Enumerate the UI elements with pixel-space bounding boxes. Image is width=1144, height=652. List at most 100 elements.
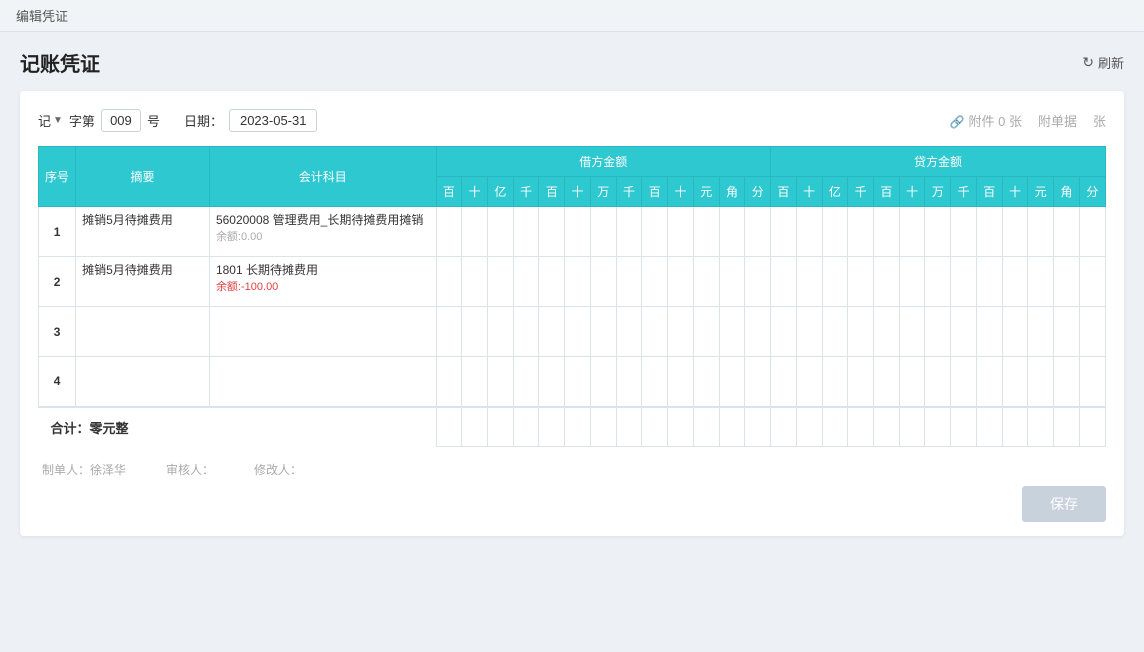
credit-digit-r2-c2[interactable] bbox=[822, 307, 848, 357]
credit-digit-r2-c11[interactable] bbox=[1054, 307, 1080, 357]
debit-digit-r0-c9[interactable] bbox=[668, 207, 694, 257]
debit-digit-r0-c4[interactable] bbox=[539, 207, 565, 257]
debit-digit-r1-c0[interactable] bbox=[436, 257, 462, 307]
debit-digit-r0-c0[interactable] bbox=[436, 207, 462, 257]
debit-digit-r2-c2[interactable] bbox=[487, 307, 513, 357]
debit-digit-r3-c9[interactable] bbox=[668, 357, 694, 407]
debit-digit-r3-c4[interactable] bbox=[539, 357, 565, 407]
credit-digit-r0-c5[interactable] bbox=[899, 207, 925, 257]
credit-digit-r1-c9[interactable] bbox=[1002, 257, 1028, 307]
date-value[interactable]: 2023-05-31 bbox=[229, 109, 318, 132]
row-abstract-2[interactable] bbox=[76, 307, 210, 357]
debit-digit-r2-c0[interactable] bbox=[436, 307, 462, 357]
debit-digit-r3-c5[interactable] bbox=[565, 357, 591, 407]
credit-digit-r3-c3[interactable] bbox=[848, 357, 874, 407]
debit-digit-r0-c10[interactable] bbox=[693, 207, 719, 257]
row-abstract-3[interactable] bbox=[76, 357, 210, 407]
credit-digit-r3-c8[interactable] bbox=[976, 357, 1002, 407]
credit-digit-r3-c5[interactable] bbox=[899, 357, 925, 407]
credit-digit-r2-c5[interactable] bbox=[899, 307, 925, 357]
credit-digit-r1-c5[interactable] bbox=[899, 257, 925, 307]
debit-digit-r1-c12[interactable] bbox=[745, 257, 771, 307]
debit-digit-r3-c12[interactable] bbox=[745, 357, 771, 407]
credit-digit-r1-c12[interactable] bbox=[1079, 257, 1105, 307]
credit-digit-r0-c10[interactable] bbox=[1028, 207, 1054, 257]
debit-digit-r1-c7[interactable] bbox=[616, 257, 642, 307]
credit-digit-r3-c4[interactable] bbox=[874, 357, 900, 407]
debit-digit-r2-c6[interactable] bbox=[590, 307, 616, 357]
row-account-3[interactable] bbox=[209, 357, 436, 407]
debit-digit-r2-c7[interactable] bbox=[616, 307, 642, 357]
credit-digit-r3-c1[interactable] bbox=[796, 357, 822, 407]
voucher-type-select[interactable]: 记 ▼ bbox=[38, 111, 63, 130]
credit-digit-r1-c0[interactable] bbox=[771, 257, 797, 307]
debit-digit-r1-c10[interactable] bbox=[693, 257, 719, 307]
debit-digit-r0-c7[interactable] bbox=[616, 207, 642, 257]
credit-digit-r2-c9[interactable] bbox=[1002, 307, 1028, 357]
debit-digit-r1-c9[interactable] bbox=[668, 257, 694, 307]
credit-digit-r2-c0[interactable] bbox=[771, 307, 797, 357]
debit-digit-r3-c11[interactable] bbox=[719, 357, 745, 407]
debit-digit-r1-c5[interactable] bbox=[565, 257, 591, 307]
credit-digit-r1-c7[interactable] bbox=[951, 257, 977, 307]
debit-digit-r2-c5[interactable] bbox=[565, 307, 591, 357]
save-button[interactable]: 保存 bbox=[1022, 486, 1106, 522]
credit-digit-r2-c10[interactable] bbox=[1028, 307, 1054, 357]
credit-digit-r0-c0[interactable] bbox=[771, 207, 797, 257]
debit-digit-r2-c4[interactable] bbox=[539, 307, 565, 357]
debit-digit-r0-c2[interactable] bbox=[487, 207, 513, 257]
credit-digit-r1-c6[interactable] bbox=[925, 257, 951, 307]
credit-digit-r3-c6[interactable] bbox=[925, 357, 951, 407]
credit-digit-r1-c10[interactable] bbox=[1028, 257, 1054, 307]
debit-digit-r0-c12[interactable] bbox=[745, 207, 771, 257]
debit-digit-r1-c4[interactable] bbox=[539, 257, 565, 307]
credit-digit-r0-c1[interactable] bbox=[796, 207, 822, 257]
debit-digit-r2-c3[interactable] bbox=[513, 307, 539, 357]
debit-digit-r1-c8[interactable] bbox=[642, 257, 668, 307]
credit-digit-r3-c9[interactable] bbox=[1002, 357, 1028, 407]
credit-digit-r0-c3[interactable] bbox=[848, 207, 874, 257]
credit-digit-r1-c11[interactable] bbox=[1054, 257, 1080, 307]
debit-digit-r1-c11[interactable] bbox=[719, 257, 745, 307]
credit-digit-r3-c2[interactable] bbox=[822, 357, 848, 407]
credit-digit-r3-c7[interactable] bbox=[951, 357, 977, 407]
debit-digit-r2-c10[interactable] bbox=[693, 307, 719, 357]
credit-digit-r0-c12[interactable] bbox=[1079, 207, 1105, 257]
credit-digit-r0-c11[interactable] bbox=[1054, 207, 1080, 257]
debit-digit-r0-c8[interactable] bbox=[642, 207, 668, 257]
credit-digit-r0-c8[interactable] bbox=[976, 207, 1002, 257]
credit-digit-r2-c4[interactable] bbox=[874, 307, 900, 357]
row-abstract-1[interactable]: 摊销5月待摊费用 bbox=[76, 257, 210, 307]
row-abstract-0[interactable]: 摊销5月待摊费用 bbox=[76, 207, 210, 257]
debit-digit-r1-c1[interactable] bbox=[462, 257, 488, 307]
debit-digit-r3-c6[interactable] bbox=[590, 357, 616, 407]
credit-digit-r2-c12[interactable] bbox=[1079, 307, 1105, 357]
credit-digit-r3-c12[interactable] bbox=[1079, 357, 1105, 407]
credit-digit-r2-c1[interactable] bbox=[796, 307, 822, 357]
debit-digit-r2-c11[interactable] bbox=[719, 307, 745, 357]
debit-digit-r0-c1[interactable] bbox=[462, 207, 488, 257]
debit-digit-r2-c12[interactable] bbox=[745, 307, 771, 357]
debit-digit-r1-c2[interactable] bbox=[487, 257, 513, 307]
debit-digit-r3-c7[interactable] bbox=[616, 357, 642, 407]
credit-digit-r0-c9[interactable] bbox=[1002, 207, 1028, 257]
credit-digit-r1-c4[interactable] bbox=[874, 257, 900, 307]
credit-digit-r3-c10[interactable] bbox=[1028, 357, 1054, 407]
credit-digit-r0-c6[interactable] bbox=[925, 207, 951, 257]
credit-digit-r2-c3[interactable] bbox=[848, 307, 874, 357]
debit-digit-r3-c0[interactable] bbox=[436, 357, 462, 407]
credit-digit-r3-c11[interactable] bbox=[1054, 357, 1080, 407]
row-account-1[interactable]: 1801 长期待摊费用余额:-100.00 bbox=[209, 257, 436, 307]
credit-digit-r1-c8[interactable] bbox=[976, 257, 1002, 307]
credit-digit-r2-c7[interactable] bbox=[951, 307, 977, 357]
debit-digit-r3-c10[interactable] bbox=[693, 357, 719, 407]
debit-digit-r3-c1[interactable] bbox=[462, 357, 488, 407]
debit-digit-r3-c3[interactable] bbox=[513, 357, 539, 407]
row-account-0[interactable]: 56020008 管理费用_长期待摊费用摊销余额:0.00 bbox=[209, 207, 436, 257]
credit-digit-r0-c7[interactable] bbox=[951, 207, 977, 257]
debit-digit-r0-c6[interactable] bbox=[590, 207, 616, 257]
refresh-button[interactable]: ↻ 刷新 bbox=[1082, 53, 1124, 72]
credit-digit-r1-c2[interactable] bbox=[822, 257, 848, 307]
credit-digit-r0-c2[interactable] bbox=[822, 207, 848, 257]
debit-digit-r1-c6[interactable] bbox=[590, 257, 616, 307]
